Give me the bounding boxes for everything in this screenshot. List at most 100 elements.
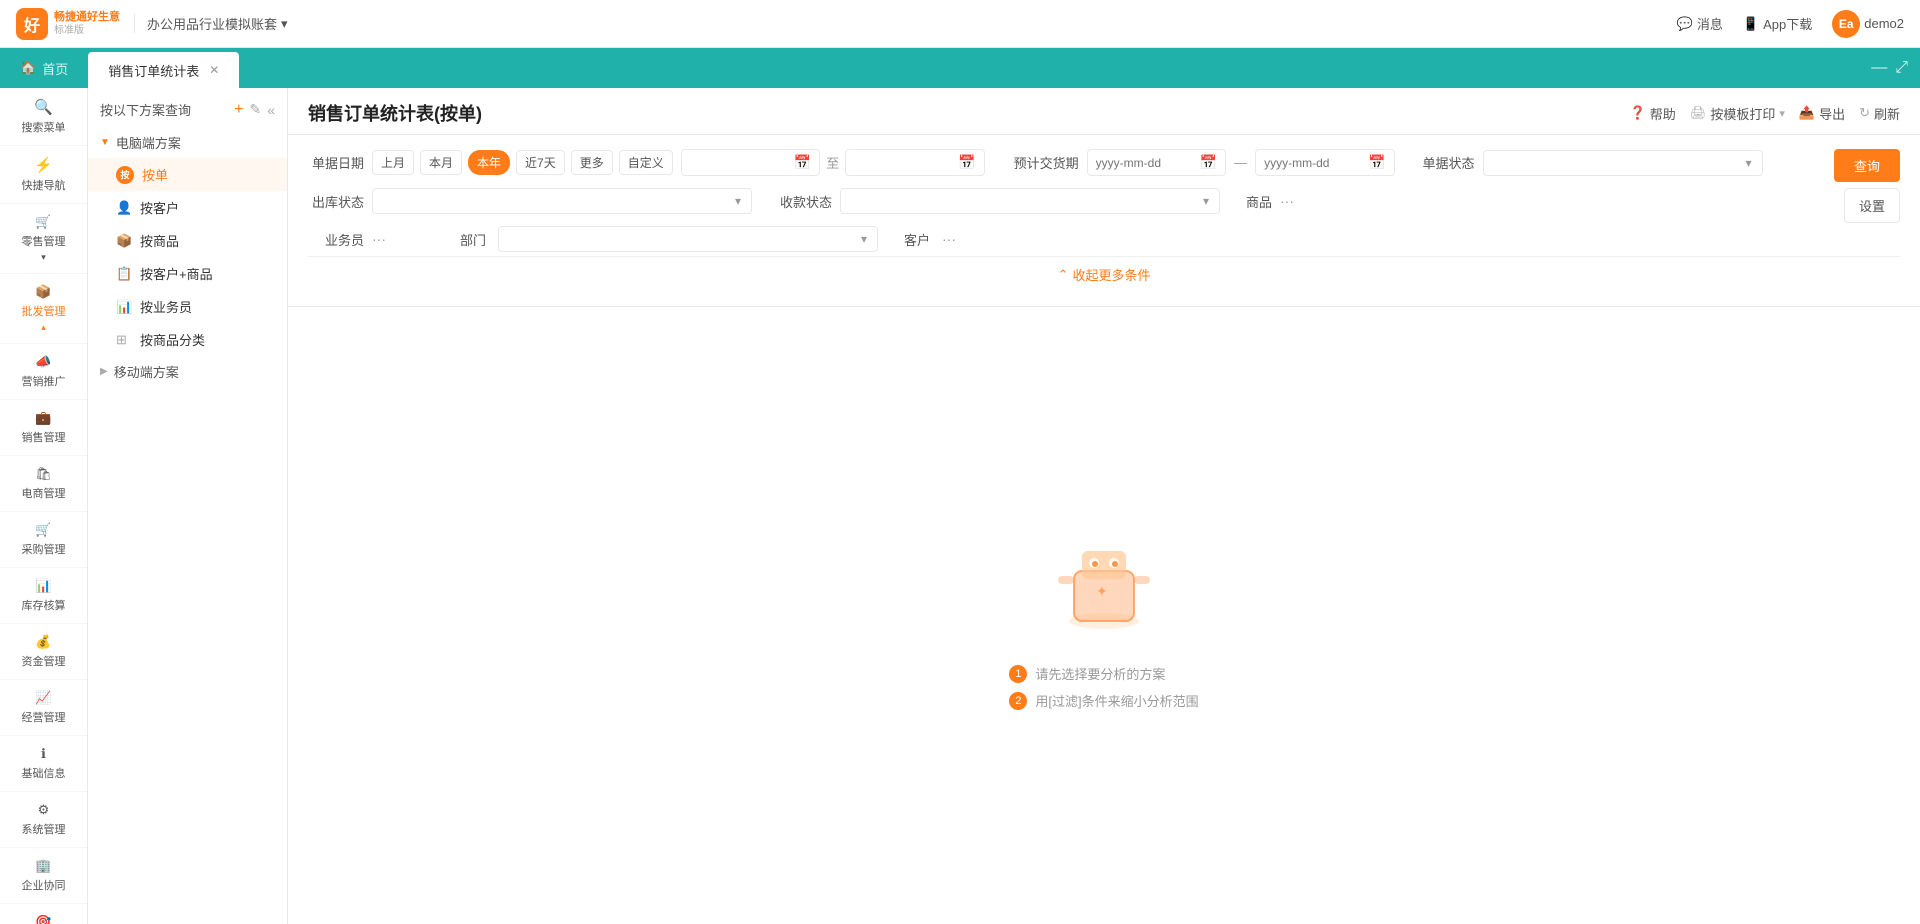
order-status-arrow-icon: ▾ [1746, 156, 1752, 170]
report-area: 销售订单统计表(按单) ❓ 帮助 🖨 按模板打印 ▾ 📤 导出 [288, 88, 1920, 924]
scheme-group-mobile-label[interactable]: ▶ 移动端方案 [88, 356, 287, 387]
minimize-icon[interactable]: — [1871, 59, 1887, 77]
delivery-start-input: 📅 [1087, 149, 1226, 176]
search-icon: 🔍 [34, 98, 53, 116]
scheme-panel-actions: + ✎ « [234, 101, 275, 119]
operations-icon: 📈 [35, 690, 51, 706]
expand-icon[interactable]: ⤢ [1895, 59, 1908, 77]
basic-icon: ℹ [41, 746, 46, 762]
order-status-label: 单据状态 [1419, 153, 1475, 172]
sidebar-item-enterprise[interactable]: 🏢 企业协同 [0, 848, 87, 904]
scheme-panel-header: 按以下方案查询 + ✎ « [88, 100, 287, 127]
sidebar-item-inventory[interactable]: 📊 库存核算 [0, 568, 87, 624]
purchase-icon: 🛒 [35, 522, 51, 538]
print-icon: 🖨 [1690, 105, 1707, 121]
scheme-item-by-order[interactable]: 按 按单 [88, 158, 287, 191]
order-status-select[interactable]: ▾ [1483, 150, 1763, 176]
help-button[interactable]: ❓ 帮助 [1630, 104, 1676, 123]
edit-scheme-icon[interactable]: ✎ [249, 101, 261, 118]
empty-tips: 1 请先选择要分析的方案 2 用[过滤]条件来缩小分析范围 [1009, 664, 1198, 710]
message-button[interactable]: 💬 消息 [1677, 14, 1723, 33]
product-label: 商品 [1244, 192, 1272, 211]
sidebar-search[interactable]: 🔍 搜索菜单 [0, 88, 87, 146]
payment-status-arrow-icon: ▾ [1203, 194, 1209, 208]
triangle-right-icon: ▶ [100, 366, 108, 377]
app-download-button[interactable]: 📱 App下载 [1743, 14, 1812, 33]
top-bar-left: 好 畅捷通好生意 标准版 办公用品行业模拟账套 ▾ [16, 8, 288, 40]
main-layout: 🔍 搜索菜单 ⚡ 快捷导航 🛒 零售管理 ▾ 📦 批发管理 ▴ 📣 营销推广 [0, 88, 1920, 924]
scheme-item-by-customer[interactable]: 👤 按客户 [88, 191, 287, 224]
filter-row-1: 单据日期 上月 本月 本年 近7天 更多 自定义 [308, 149, 1900, 252]
calendar-start-icon: 📅 [794, 154, 811, 171]
date-btn-more[interactable]: 更多 [571, 150, 613, 175]
date-btn-last-7days[interactable]: 近7天 [516, 150, 565, 175]
sidebar-item-wholesale[interactable]: 📦 批发管理 ▴ [0, 274, 87, 344]
close-tab-icon[interactable]: ✕ [209, 63, 219, 77]
scheme-item-by-salesperson[interactable]: 📊 按业务员 [88, 290, 287, 323]
scheme-panel: 按以下方案查询 + ✎ « ▼ 电脑端方案 按 按单 👤 [88, 88, 288, 924]
sidebar-item-sales[interactable]: 💼 销售管理 [0, 400, 87, 456]
top-bar-right: 💬 消息 📱 App下载 Ea demo2 [1677, 10, 1904, 38]
user-area[interactable]: Ea demo2 [1832, 10, 1904, 38]
department-select[interactable]: ▾ [498, 226, 878, 252]
sidebar-item-ecommerce[interactable]: 🛍 电商管理 [0, 456, 87, 512]
sidebar-item-retail[interactable]: 🛒 零售管理 ▾ [0, 204, 87, 274]
logo-icon: 好 [16, 8, 48, 40]
page-selector[interactable]: 办公用品行业模拟账套 ▾ [134, 14, 288, 33]
date-btn-custom[interactable]: 自定义 [619, 150, 673, 175]
chevron-down-icon: ▾ [1779, 107, 1785, 120]
sidebar-quick-nav[interactable]: ⚡ 快捷导航 [0, 146, 87, 204]
shipping-status-arrow-icon: ▾ [735, 194, 741, 208]
collapse-scheme-icon[interactable]: « [267, 102, 275, 118]
collapse-filter-button[interactable]: ⌃ 收起更多条件 [308, 256, 1900, 292]
date-range: 2023-01-01 📅 至 2023-12-31 📅 [681, 149, 985, 176]
collapse-icon: ⌃ [1058, 267, 1069, 283]
delivery-start-field[interactable] [1096, 156, 1196, 170]
product-selector[interactable]: ··· [1280, 193, 1294, 209]
inventory-icon: 📊 [35, 578, 51, 594]
delivery-end-input: 📅 [1255, 149, 1394, 176]
add-scheme-icon[interactable]: + [234, 101, 243, 119]
shipping-status-select[interactable]: ▾ [372, 188, 752, 214]
department-label: 部门 [458, 230, 486, 249]
date-end-field[interactable]: 2023-12-31 [854, 156, 954, 170]
triangle-icon: ▼ [100, 137, 110, 148]
sidebar-item-purchase[interactable]: 🛒 采购管理 [0, 512, 87, 568]
app-icon: 📱 [1743, 16, 1759, 32]
scheme-item-by-product-category[interactable]: ⊞ 按商品分类 [88, 323, 287, 356]
finance-icon: 💰 [35, 634, 51, 650]
sidebar-item-newbie[interactable]: 🎯 新手引导 [0, 904, 87, 924]
scheme-group-pc-label[interactable]: ▼ 电脑端方案 [88, 127, 287, 158]
customer-label: 客户 [902, 230, 930, 249]
sidebar: 🔍 搜索菜单 ⚡ 快捷导航 🛒 零售管理 ▾ 📦 批发管理 ▴ 📣 营销推广 [0, 88, 88, 924]
empty-tip-1: 1 请先选择要分析的方案 [1009, 664, 1198, 683]
salesperson-selector[interactable]: ··· [372, 231, 386, 247]
reset-button[interactable]: 设置 [1844, 188, 1900, 223]
scheme-item-by-product[interactable]: 📦 按商品 [88, 224, 287, 257]
date-btn-this-month[interactable]: 本月 [420, 150, 462, 175]
date-btn-last-month[interactable]: 上月 [372, 150, 414, 175]
date-start-input: 2023-01-01 📅 [681, 149, 820, 176]
grid-icon: ⊞ [116, 332, 132, 348]
export-button[interactable]: 📤 导出 [1799, 104, 1845, 123]
sidebar-item-finance[interactable]: 💰 资金管理 [0, 624, 87, 680]
sidebar-item-operations[interactable]: 📈 经营管理 [0, 680, 87, 736]
date-btn-this-year[interactable]: 本年 [468, 150, 510, 175]
sidebar-item-system[interactable]: ⚙ 系统管理 [0, 792, 87, 848]
scheme-circle: 按 [116, 166, 134, 184]
payment-status-select[interactable]: ▾ [840, 188, 1220, 214]
tab-sales-order-stats[interactable]: 销售订单统计表 ✕ [88, 52, 239, 88]
quick-nav-icon: ⚡ [34, 156, 53, 174]
refresh-button[interactable]: ↻ 刷新 [1859, 104, 1900, 123]
sidebar-item-marketing[interactable]: 📣 营销推广 [0, 344, 87, 400]
nav-tab-actions: — ⤢ [1871, 59, 1920, 77]
date-start-field[interactable]: 2023-01-01 [690, 156, 790, 170]
sidebar-item-basic[interactable]: ℹ 基础信息 [0, 736, 87, 792]
tab-home[interactable]: 🏠 首页 [0, 48, 88, 88]
scheme-item-by-customer-product[interactable]: 📋 按客户+商品 [88, 257, 287, 290]
shipping-status-label: 出库状态 [308, 192, 364, 211]
delivery-end-field[interactable] [1264, 156, 1364, 170]
template-print-button[interactable]: 🖨 按模板打印 ▾ [1690, 104, 1785, 123]
customer-selector[interactable]: ··· [942, 231, 956, 247]
search-button[interactable]: 查询 [1834, 149, 1900, 182]
